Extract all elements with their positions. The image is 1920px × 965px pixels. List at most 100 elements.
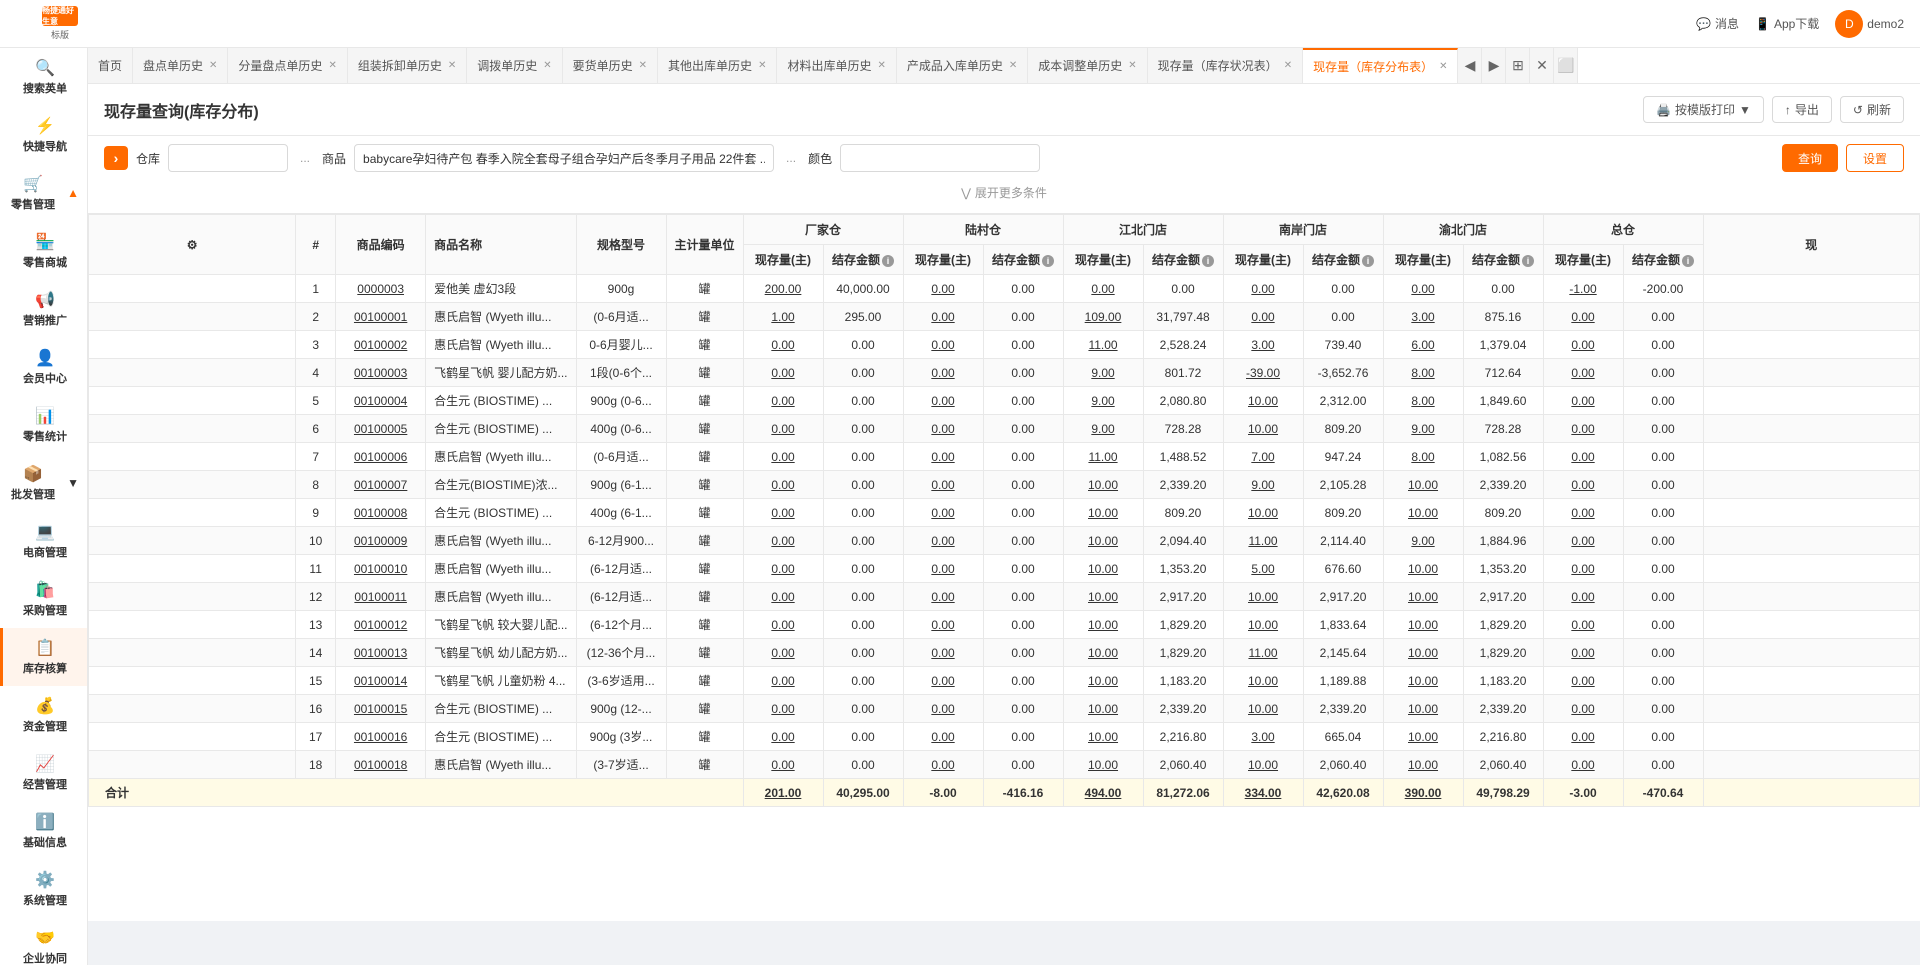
warehouse-dots[interactable]: ...	[296, 151, 314, 165]
row-t-qty[interactable]: 0.00	[1543, 639, 1623, 667]
sidebar-item-inventory[interactable]: 📋 库存核算	[0, 628, 87, 686]
sidebar-item-member[interactable]: 👤 会员中心	[0, 338, 87, 396]
row-settings[interactable]	[89, 303, 296, 331]
color-input[interactable]	[840, 144, 1040, 172]
summary-c2-qty[interactable]: -8.00	[903, 779, 983, 807]
summary-c1-qty[interactable]: 201.00	[743, 779, 823, 807]
row-settings[interactable]	[89, 695, 296, 723]
tab-home[interactable]: 首页	[88, 48, 133, 84]
summary-c3-qty[interactable]: 494.00	[1063, 779, 1143, 807]
row-settings[interactable]	[89, 387, 296, 415]
row-c5-qty[interactable]: 8.00	[1383, 443, 1463, 471]
row-c5-qty[interactable]: 9.00	[1383, 527, 1463, 555]
row-settings[interactable]	[89, 667, 296, 695]
row-t-qty[interactable]: 0.00	[1543, 443, 1623, 471]
row-c1-qty[interactable]: 0.00	[743, 555, 823, 583]
tab-close-finished-inbound[interactable]: ✕	[1009, 60, 1017, 71]
sidebar-item-enterprise[interactable]: 🤝 企业协同	[0, 918, 87, 965]
row-c4-qty[interactable]: 10.00	[1223, 751, 1303, 779]
row-c4-qty[interactable]: 5.00	[1223, 555, 1303, 583]
row-c2-qty[interactable]: 0.00	[903, 303, 983, 331]
row-c1-qty[interactable]: 0.00	[743, 751, 823, 779]
tab-close-all[interactable]: ✕	[1530, 48, 1554, 84]
expand-more-btn[interactable]: ⋁ 展开更多条件	[104, 180, 1904, 205]
row-c5-qty[interactable]: 10.00	[1383, 583, 1463, 611]
sidebar-item-wholesale[interactable]: 📦 批发管理 ▼	[0, 454, 87, 512]
row-c1-qty[interactable]: 0.00	[743, 331, 823, 359]
row-c2-qty[interactable]: 0.00	[903, 583, 983, 611]
row-c3-qty[interactable]: 10.00	[1063, 695, 1143, 723]
tab-close-qty-stocktake[interactable]: ✕	[328, 60, 336, 71]
sidebar-item-system[interactable]: ⚙️ 系统管理	[0, 860, 87, 918]
tab-finished-inbound-history[interactable]: 产成品入库单历史 ✕	[897, 48, 1028, 84]
row-c1-qty[interactable]: 0.00	[743, 359, 823, 387]
product-input[interactable]	[354, 144, 774, 172]
row-settings[interactable]	[89, 275, 296, 303]
row-t-qty[interactable]: 0.00	[1543, 695, 1623, 723]
row-settings[interactable]	[89, 555, 296, 583]
row-code[interactable]: 00100007	[336, 471, 426, 499]
row-t-qty[interactable]: 0.00	[1543, 527, 1623, 555]
row-c5-qty[interactable]: 10.00	[1383, 751, 1463, 779]
row-t-qty[interactable]: 0.00	[1543, 471, 1623, 499]
row-t-qty[interactable]: 0.00	[1543, 723, 1623, 751]
row-t-qty[interactable]: 0.00	[1543, 751, 1623, 779]
row-c4-qty[interactable]: 10.00	[1223, 387, 1303, 415]
row-c3-qty[interactable]: 9.00	[1063, 359, 1143, 387]
row-c5-qty[interactable]: 8.00	[1383, 387, 1463, 415]
row-c3-qty[interactable]: 11.00	[1063, 331, 1143, 359]
summary-c5-qty[interactable]: 390.00	[1383, 779, 1463, 807]
row-c3-qty[interactable]: 10.00	[1063, 555, 1143, 583]
tab-cost-adjustment-history[interactable]: 成本调整单历史 ✕	[1028, 48, 1147, 84]
row-t-qty[interactable]: 0.00	[1543, 387, 1623, 415]
row-c2-qty[interactable]: 0.00	[903, 611, 983, 639]
tab-assembly-history[interactable]: 组装拆卸单历史 ✕	[348, 48, 467, 84]
sidebar-item-search[interactable]: 🔍 搜索英单	[0, 48, 87, 106]
sidebar-item-ecommerce[interactable]: 💻 电商管理	[0, 512, 87, 570]
row-code[interactable]: 00100006	[336, 443, 426, 471]
row-c5-qty[interactable]: 10.00	[1383, 639, 1463, 667]
row-c1-qty[interactable]: 1.00	[743, 303, 823, 331]
row-c4-qty[interactable]: 10.00	[1223, 583, 1303, 611]
row-c3-qty[interactable]: 10.00	[1063, 471, 1143, 499]
row-c1-qty[interactable]: 0.00	[743, 583, 823, 611]
row-c2-qty[interactable]: 0.00	[903, 751, 983, 779]
table-container[interactable]: ⚙ # 商品编码 商品名称 规格型号 主计量单位 厂家仓 陆村仓 江北门店 南岸…	[88, 214, 1920, 921]
row-settings[interactable]	[89, 611, 296, 639]
row-code[interactable]: 00100010	[336, 555, 426, 583]
app-download-btn[interactable]: 📱 App下载	[1755, 15, 1819, 32]
row-c4-qty[interactable]: 0.00	[1223, 303, 1303, 331]
tab-order-history[interactable]: 要货单历史 ✕	[563, 48, 658, 84]
row-c5-qty[interactable]: 10.00	[1383, 611, 1463, 639]
row-t-qty[interactable]: 0.00	[1543, 331, 1623, 359]
tab-nav-next[interactable]: ▶	[1482, 48, 1506, 84]
row-c4-qty[interactable]: 10.00	[1223, 499, 1303, 527]
row-t-qty[interactable]: 0.00	[1543, 611, 1623, 639]
tab-material-outbound-history[interactable]: 材料出库单历史 ✕	[777, 48, 896, 84]
row-c1-qty[interactable]: 0.00	[743, 499, 823, 527]
tab-maximize[interactable]: ⬜	[1554, 48, 1578, 84]
sidebar-item-marketing[interactable]: 📢 营销推广	[0, 280, 87, 338]
tab-nav-expand[interactable]: ⊞	[1506, 48, 1530, 84]
row-code[interactable]: 00100013	[336, 639, 426, 667]
row-c5-qty[interactable]: 3.00	[1383, 303, 1463, 331]
row-code[interactable]: 00100016	[336, 723, 426, 751]
row-c2-qty[interactable]: 0.00	[903, 415, 983, 443]
row-c5-qty[interactable]: 0.00	[1383, 275, 1463, 303]
row-settings[interactable]	[89, 415, 296, 443]
btn-search[interactable]: 查询	[1782, 144, 1838, 172]
btn-setting[interactable]: 设置	[1846, 144, 1904, 172]
row-t-qty[interactable]: -1.00	[1543, 275, 1623, 303]
row-c3-qty[interactable]: 0.00	[1063, 275, 1143, 303]
row-c5-qty[interactable]: 10.00	[1383, 695, 1463, 723]
row-settings[interactable]	[89, 639, 296, 667]
row-settings[interactable]	[89, 583, 296, 611]
row-settings[interactable]	[89, 723, 296, 751]
row-c2-qty[interactable]: 0.00	[903, 639, 983, 667]
row-settings[interactable]	[89, 359, 296, 387]
tab-close-cost-adjustment[interactable]: ✕	[1128, 60, 1136, 71]
row-c1-qty[interactable]: 0.00	[743, 387, 823, 415]
filter-toggle-btn[interactable]: ›	[104, 146, 128, 170]
row-c4-qty[interactable]: 10.00	[1223, 667, 1303, 695]
row-code[interactable]: 00100011	[336, 583, 426, 611]
